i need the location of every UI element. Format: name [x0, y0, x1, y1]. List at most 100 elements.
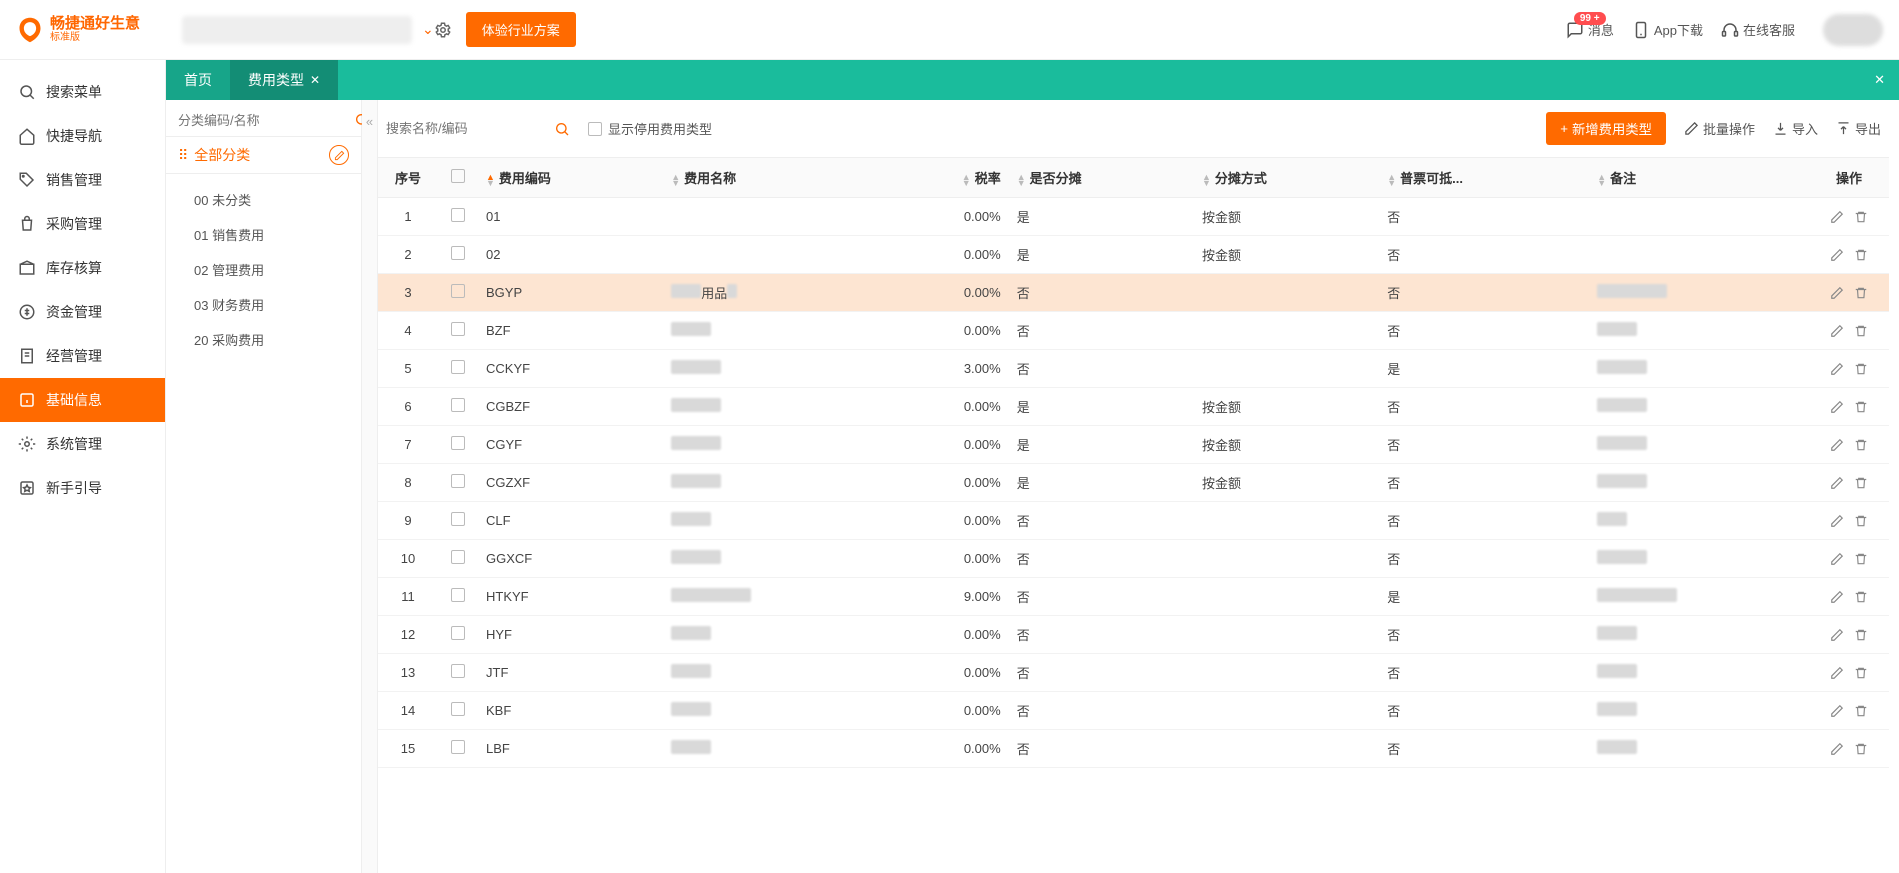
edit-row-icon[interactable] [1830, 552, 1844, 566]
th-index[interactable]: 序号 [378, 158, 438, 198]
delete-row-icon[interactable] [1854, 476, 1868, 490]
edit-row-icon[interactable] [1830, 362, 1844, 376]
table-row[interactable]: 9CLF0.00%否否 [378, 502, 1889, 540]
delete-row-icon[interactable] [1854, 286, 1868, 300]
cell-checkbox[interactable] [438, 388, 478, 426]
table-row[interactable]: 7CGYF0.00%是按金额否 [378, 426, 1889, 464]
tab-home[interactable]: 首页 [166, 60, 230, 100]
search-icon[interactable] [554, 121, 570, 137]
edit-row-icon[interactable] [1830, 704, 1844, 718]
table-row[interactable]: 11HTKYF9.00%否是 [378, 578, 1889, 616]
delete-row-icon[interactable] [1854, 704, 1868, 718]
table-row[interactable]: 3BGYP用品0.00%否否 [378, 274, 1889, 312]
cell-checkbox[interactable] [438, 350, 478, 388]
app-download-link[interactable]: App下载 [1632, 20, 1703, 39]
category-item[interactable]: 03 财务费用 [166, 287, 361, 322]
cell-checkbox[interactable] [438, 198, 478, 236]
add-expense-type-button[interactable]: + 新增费用类型 [1546, 112, 1666, 145]
delete-row-icon[interactable] [1854, 400, 1868, 414]
table-row[interactable]: 12HYF0.00%否否 [378, 616, 1889, 654]
close-all-tabs-icon[interactable]: ✕ [1860, 72, 1899, 88]
cell-checkbox[interactable] [438, 692, 478, 730]
edit-row-icon[interactable] [1830, 666, 1844, 680]
delete-row-icon[interactable] [1854, 666, 1868, 680]
th-deductible[interactable]: ▲▼普票可抵... [1379, 158, 1589, 198]
th-method[interactable]: ▲▼分摊方式 [1194, 158, 1379, 198]
sidebar-item-bag[interactable]: 采购管理 [0, 202, 165, 246]
category-item[interactable]: 20 采购费用 [166, 322, 361, 357]
org-selector[interactable]: ⌄ [182, 16, 434, 44]
delete-row-icon[interactable] [1854, 742, 1868, 756]
table-search-input[interactable] [386, 121, 546, 136]
edit-row-icon[interactable] [1830, 324, 1844, 338]
category-search-input[interactable] [178, 113, 354, 128]
delete-row-icon[interactable] [1854, 210, 1868, 224]
delete-row-icon[interactable] [1854, 628, 1868, 642]
delete-row-icon[interactable] [1854, 248, 1868, 262]
sidebar-item-doc[interactable]: 经营管理 [0, 334, 165, 378]
table-row[interactable]: 14KBF0.00%否否 [378, 692, 1889, 730]
th-code[interactable]: ▲▼费用编码 [478, 158, 663, 198]
service-link[interactable]: 在线客服 [1721, 20, 1795, 39]
category-item[interactable]: 01 销售费用 [166, 217, 361, 252]
cell-checkbox[interactable] [438, 236, 478, 274]
cell-checkbox[interactable] [438, 540, 478, 578]
settings-icon[interactable] [434, 21, 452, 39]
edit-row-icon[interactable] [1830, 742, 1844, 756]
edit-category-icon[interactable] [329, 145, 349, 165]
sidebar-item-money[interactable]: 资金管理 [0, 290, 165, 334]
category-all[interactable]: ⠿ 全部分类 [178, 145, 250, 165]
edit-row-icon[interactable] [1830, 248, 1844, 262]
batch-action-button[interactable]: 批量操作 [1684, 119, 1755, 138]
cell-checkbox[interactable] [438, 616, 478, 654]
th-checkbox[interactable] [438, 158, 478, 198]
edit-row-icon[interactable] [1830, 286, 1844, 300]
sidebar-item-gear[interactable]: 系统管理 [0, 422, 165, 466]
collapse-handle[interactable]: « [362, 100, 378, 873]
edit-row-icon[interactable] [1830, 210, 1844, 224]
cell-checkbox[interactable] [438, 274, 478, 312]
cell-checkbox[interactable] [438, 654, 478, 692]
table-row[interactable]: 6CGBZF0.00%是按金额否 [378, 388, 1889, 426]
delete-row-icon[interactable] [1854, 590, 1868, 604]
th-rate[interactable]: ▲▼税率 [883, 158, 1009, 198]
edit-row-icon[interactable] [1830, 438, 1844, 452]
sidebar-item-box[interactable]: 库存核算 [0, 246, 165, 290]
export-button[interactable]: 导出 [1836, 119, 1881, 138]
cell-checkbox[interactable] [438, 502, 478, 540]
cell-checkbox[interactable] [438, 312, 478, 350]
messages-link[interactable]: 99 + 消息 [1566, 20, 1614, 39]
delete-row-icon[interactable] [1854, 438, 1868, 452]
th-name[interactable]: ▲▼费用名称 [663, 158, 883, 198]
delete-row-icon[interactable] [1854, 324, 1868, 338]
th-remark[interactable]: ▲▼备注 [1589, 158, 1809, 198]
sidebar-item-info[interactable]: 基础信息 [0, 378, 165, 422]
import-button[interactable]: 导入 [1773, 119, 1818, 138]
sidebar-item-star[interactable]: 新手引导 [0, 466, 165, 510]
edit-row-icon[interactable] [1830, 628, 1844, 642]
category-item[interactable]: 02 管理费用 [166, 252, 361, 287]
edit-row-icon[interactable] [1830, 476, 1844, 490]
edit-row-icon[interactable] [1830, 590, 1844, 604]
table-row[interactable]: 1010.00%是按金额否 [378, 198, 1889, 236]
edit-row-icon[interactable] [1830, 400, 1844, 414]
cell-checkbox[interactable] [438, 426, 478, 464]
table-row[interactable]: 13JTF0.00%否否 [378, 654, 1889, 692]
category-item[interactable]: 00 未分类 [166, 182, 361, 217]
cell-checkbox[interactable] [438, 464, 478, 502]
table-row[interactable]: 5CCKYF3.00%否是 [378, 350, 1889, 388]
user-avatar-blurred[interactable] [1823, 14, 1883, 46]
table-row[interactable]: 2020.00%是按金额否 [378, 236, 1889, 274]
sidebar-item-tag[interactable]: 销售管理 [0, 158, 165, 202]
table-row[interactable]: 10GGXCF0.00%否否 [378, 540, 1889, 578]
th-apportion[interactable]: ▲▼是否分摊 [1009, 158, 1194, 198]
sidebar-item-search[interactable]: 搜索菜单 [0, 70, 165, 114]
show-disabled-checkbox[interactable]: 显示停用费用类型 [588, 119, 712, 138]
experience-button[interactable]: 体验行业方案 [466, 12, 576, 47]
table-row[interactable]: 4BZF0.00%否否 [378, 312, 1889, 350]
edit-row-icon[interactable] [1830, 514, 1844, 528]
sidebar-item-home[interactable]: 快捷导航 [0, 114, 165, 158]
delete-row-icon[interactable] [1854, 552, 1868, 566]
delete-row-icon[interactable] [1854, 514, 1868, 528]
close-icon[interactable]: ✕ [310, 73, 320, 87]
